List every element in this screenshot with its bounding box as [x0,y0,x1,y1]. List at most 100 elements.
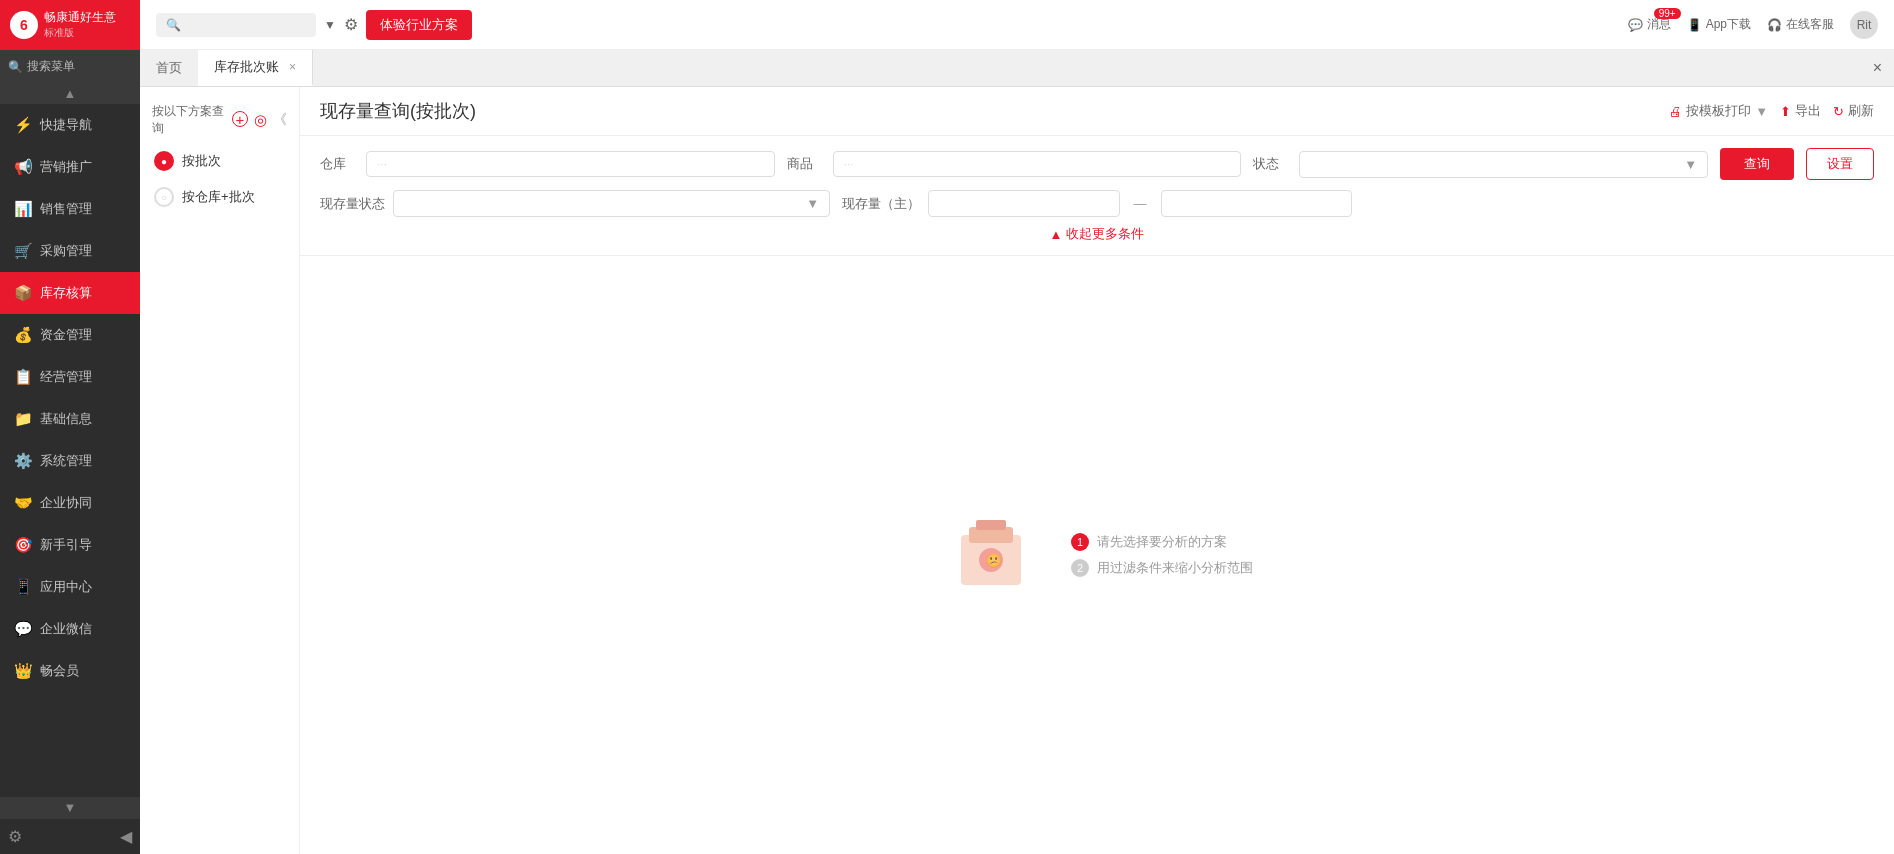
sidebar-item-label: 基础信息 [40,410,92,428]
status-select[interactable]: ▼ [1299,151,1708,178]
user-avatar: Rit [1850,11,1878,39]
sidebar-item-label: 资金管理 [40,326,92,344]
trial-btn[interactable]: 体验行业方案 [366,10,472,40]
sidebar-item-label: 采购管理 [40,242,92,260]
export-label: 导出 [1795,102,1821,120]
export-icon: ⬆ [1780,104,1791,119]
user-name: Rit [1857,18,1872,32]
gear-icon[interactable]: ⚙ [344,15,358,34]
topbar-left: 🔍 ▼ ⚙ 体验行业方案 [156,10,1616,40]
product-label: 商品 [787,155,827,173]
query-button[interactable]: 查询 [1720,148,1794,180]
system-icon: ⚙️ [14,452,32,470]
topbar-dropdown[interactable]: ▼ [324,18,336,32]
filter-row-1: 仓库 ··· 商品 ··· 状态 [320,148,1874,180]
sidebar: 6 畅康通好生意 标准版 🔍 搜索菜单 ▲ ⚡ 快捷导航 📢 营销推广 📊 销售… [0,0,140,854]
version-badge: 标准版 [44,26,116,40]
filter-row-2: 现存量状态 ▼ 现存量（主） — [320,190,1874,217]
target-icon[interactable]: ◎ [254,111,267,129]
sidebar-item-quick-nav[interactable]: ⚡ 快捷导航 [0,104,140,146]
settings-icon[interactable]: ⚙ [8,827,22,846]
scroll-up-button[interactable]: ▲ [0,83,140,104]
enterprise-icon: 🤝 [14,494,32,512]
sidebar-search[interactable]: 🔍 搜索菜单 [0,50,140,83]
settings-button[interactable]: 设置 [1806,148,1874,180]
stock-qty-to-input[interactable] [1161,190,1353,217]
app-download-label: App下载 [1706,16,1751,33]
tip-1-num: 1 [1071,533,1089,551]
scheme-by-batch-label: 按批次 [182,152,221,170]
sidebar-item-label: 经营管理 [40,368,92,386]
operations-icon: 📋 [14,368,32,386]
sidebar-item-label: 库存核算 [40,284,92,302]
filter-area: 仓库 ··· 商品 ··· 状态 [300,136,1894,256]
app-download-btn[interactable]: 📱 App下载 [1687,16,1751,33]
sidebar-item-inventory[interactable]: 📦 库存核算 [0,272,140,314]
sidebar-item-purchase[interactable]: 🛒 采购管理 [0,230,140,272]
tabbar: 首页 库存批次账 × × [140,50,1894,87]
scheme-inactive-dot: ○ [154,187,174,207]
stock-status-filter: 现存量状态 ▼ [320,190,830,217]
topbar: 🔍 ▼ ⚙ 体验行业方案 💬 消息 99+ 📱 App下载 🎧 在线客服 [140,0,1894,50]
refresh-label: 刷新 [1848,102,1874,120]
stock-qty-from-input[interactable] [928,190,1120,217]
refresh-icon: ↻ [1833,104,1844,119]
warehouse-input[interactable]: ··· [366,151,775,177]
sidebar-item-sales[interactable]: 📊 销售管理 [0,188,140,230]
refresh-btn[interactable]: ↻ 刷新 [1833,102,1874,120]
collapse-filter-label: 收起更多条件 [1066,225,1144,243]
tip-2-num: 2 [1071,559,1089,577]
main-area: 🔍 ▼ ⚙ 体验行业方案 💬 消息 99+ 📱 App下载 🎧 在线客服 [140,0,1894,854]
product-dots: ··· [844,157,854,171]
sidebar-item-member[interactable]: 👑 畅会员 [0,650,140,692]
print-dropdown-icon[interactable]: ▼ [1755,104,1768,119]
scheme-by-warehouse-batch[interactable]: ○ 按仓库+批次 [140,179,299,215]
sidebar-item-wechat[interactable]: 💬 企业微信 [0,608,140,650]
sidebar-item-finance[interactable]: 💰 资金管理 [0,314,140,356]
sidebar-item-system[interactable]: ⚙️ 系统管理 [0,440,140,482]
user-avatar-btn[interactable]: Rit [1850,11,1878,39]
finance-icon: 💰 [14,326,32,344]
sidebar-item-marketing[interactable]: 📢 营销推广 [0,146,140,188]
tab-inventory-batch[interactable]: 库存批次账 × [198,50,313,86]
topbar-search-box[interactable]: 🔍 [156,13,316,37]
status-arrow-icon: ▼ [1684,157,1697,172]
scroll-down-button[interactable]: ▼ [0,797,140,818]
sidebar-item-operations[interactable]: 📋 经营管理 [0,356,140,398]
sidebar-item-app-center[interactable]: 📱 应用中心 [0,566,140,608]
sidebar-item-enterprise[interactable]: 🤝 企业协同 [0,482,140,524]
tab-home[interactable]: 首页 [140,51,198,85]
online-service-btn[interactable]: 🎧 在线客服 [1767,16,1834,33]
print-icon: 🖨 [1669,104,1682,119]
messages-badge: 99+ [1654,8,1681,19]
wechat-icon: 💬 [14,620,32,638]
stock-status-select[interactable]: ▼ [393,190,830,217]
collapse-filter-btn[interactable]: ▲ 收起更多条件 [320,225,1874,243]
svg-rect-2 [976,520,1006,530]
messages-btn[interactable]: 💬 消息 99+ [1628,16,1671,33]
add-scheme-icon[interactable]: + [232,111,248,127]
collapse-sidebar-icon[interactable]: ◀ [120,827,132,846]
stock-status-label: 现存量状态 [320,195,385,213]
product-input[interactable]: ··· [833,151,1242,177]
collapse-panel-icon[interactable]: 《 [273,111,287,129]
phone-icon: 📱 [1687,18,1702,32]
message-icon: 💬 [1628,18,1643,32]
sidebar-item-basic-info[interactable]: 📁 基础信息 [0,398,140,440]
export-btn[interactable]: ⬆ 导出 [1780,102,1821,120]
print-label: 按模板打印 [1686,102,1751,120]
scheme-by-batch[interactable]: ● 按批次 [140,143,299,179]
quick-nav-icon: ⚡ [14,116,32,134]
print-btn[interactable]: 🖨 按模板打印 ▼ [1669,102,1768,120]
stock-qty-filter: 现存量（主） — [842,190,1352,217]
right-panel: 现存量查询(按批次) 🖨 按模板打印 ▼ ⬆ 导出 ↻ 刷新 [300,87,1894,854]
tip-2-text: 用过滤条件来缩小分析范围 [1097,559,1253,577]
tab-label: 库存批次账 [214,58,279,76]
tab-close-icon[interactable]: × [289,60,296,74]
empty-tips: 1 请先选择要分析的方案 2 用过滤条件来缩小分析范围 [1071,533,1253,577]
sidebar-item-new-guide[interactable]: 🎯 新手引导 [0,524,140,566]
sidebar-item-label: 企业协同 [40,494,92,512]
status-filter: 状态 ▼ [1253,151,1708,178]
search-label: 搜索菜单 [27,58,75,75]
tabbar-close-btn[interactable]: × [1861,59,1894,77]
